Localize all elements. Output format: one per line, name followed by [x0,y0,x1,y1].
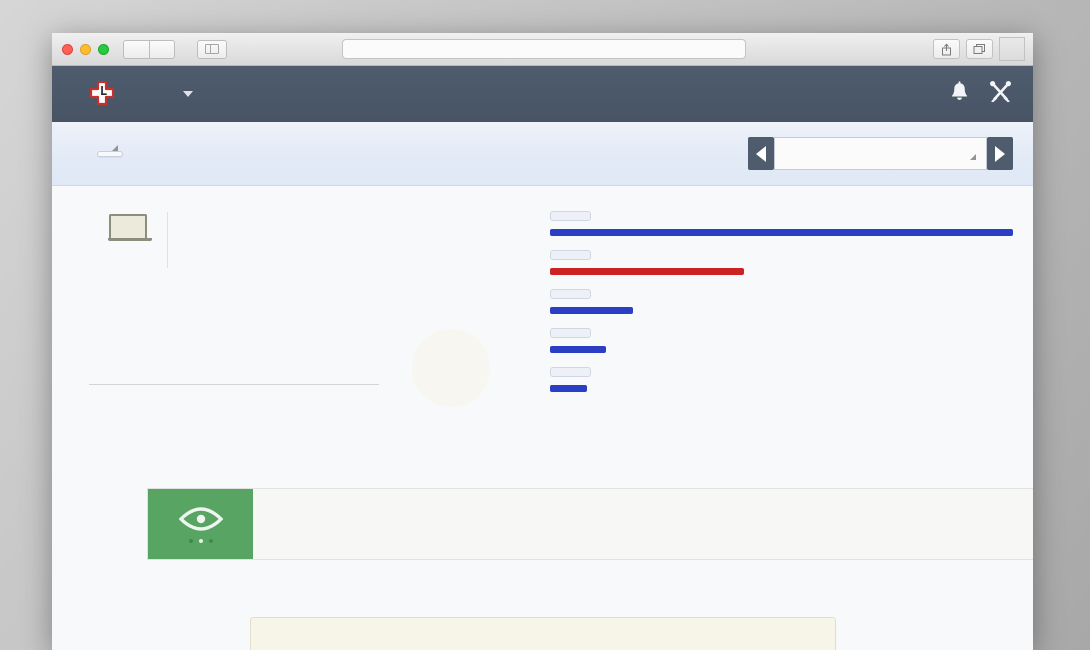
dashboard-title-band [52,122,1033,186]
time-by-hour-chart [89,296,379,468]
brand-logo[interactable] [89,80,124,107]
tools-icon [990,81,1011,103]
next-day-button[interactable] [987,137,1013,170]
sidebar-icon [205,44,219,54]
eye-icon [177,506,225,532]
category-percent [550,211,591,221]
previous-day-button[interactable] [748,137,774,170]
category-head [550,328,1013,338]
category-bar [550,385,588,392]
forward-button[interactable] [149,39,175,59]
category-bar [550,229,1013,236]
bell-icon [951,80,968,100]
category-percent [550,289,591,299]
settings-button[interactable] [988,80,1013,108]
date-display[interactable] [774,137,987,170]
category-head [550,367,1013,377]
category-bar [550,268,745,275]
window-traffic-lights [62,43,109,55]
navbar-right [931,80,1013,108]
hour-axis-labels [89,454,379,468]
category-row[interactable] [550,367,1013,392]
summary-column [89,208,534,468]
category-bar [550,346,606,353]
divider [167,212,168,268]
category-bar-track [550,229,1013,236]
arrow-right-icon [995,145,1005,162]
chevron-down-icon [112,144,118,151]
category-row[interactable] [550,250,1013,275]
browser-window [52,33,1033,650]
category-bar-track [550,307,1013,314]
category-bar-track [550,346,1013,353]
insight-pagination-dots[interactable] [188,538,213,543]
work-hours-banner [250,617,836,650]
insight-dot[interactable] [208,538,213,543]
category-bar-track [550,385,1013,392]
show-tabs-button[interactable] [966,39,993,59]
dashboard-content [52,186,1033,650]
insight-dot[interactable] [188,538,193,543]
insight-dot-active[interactable] [198,538,203,543]
chevron-down-icon [970,154,976,160]
category-row[interactable] [550,211,1013,236]
category-head [550,250,1013,260]
app-navbar [52,66,1033,122]
minimize-window-button[interactable] [80,43,91,55]
dashboard-top-row [89,186,1013,468]
tabs-icon [973,44,985,54]
pulse-donut-chart[interactable] [387,304,515,432]
browser-toolbar [52,33,1033,66]
share-icon [942,43,951,55]
rescuetime-logo-icon [89,80,115,107]
laptop-icon [108,214,152,242]
share-button[interactable] [933,39,960,59]
pulse-donut-hole [412,329,490,407]
back-button[interactable] [123,39,149,59]
category-bar-track [550,268,1013,275]
arrow-left-icon [756,145,766,162]
productivity-pulse [379,296,529,468]
chrome-right-controls [933,37,1025,61]
category-list [534,208,1013,468]
new-tab-button[interactable] [999,37,1025,61]
maximize-window-button[interactable] [98,43,109,55]
details-link[interactable] [89,208,167,248]
category-row[interactable] [550,289,1013,314]
navigation-buttons [123,39,175,59]
chart-baseline [89,384,379,385]
insight-icon-panel [148,489,253,559]
chevron-down-icon [183,91,193,97]
close-window-button[interactable] [62,43,73,55]
address-bar[interactable] [342,39,746,59]
charts-row [89,296,534,468]
category-head [550,289,1013,299]
category-bar [550,307,634,314]
sidebar-toggle-button[interactable] [197,39,227,59]
category-percent [550,328,591,338]
hour-bars[interactable] [89,306,379,446]
category-percent [550,250,591,260]
category-row[interactable] [550,328,1013,353]
range-select[interactable] [97,144,123,157]
category-head [550,211,1013,221]
insight-notice[interactable] [147,488,1033,560]
date-navigator [748,137,1013,170]
insight-text [253,489,1033,559]
time-logged-block [89,208,534,272]
nav-link-reports[interactable] [176,91,193,97]
page-title [89,144,131,157]
category-percent [550,367,591,377]
notifications-button[interactable] [949,80,970,108]
